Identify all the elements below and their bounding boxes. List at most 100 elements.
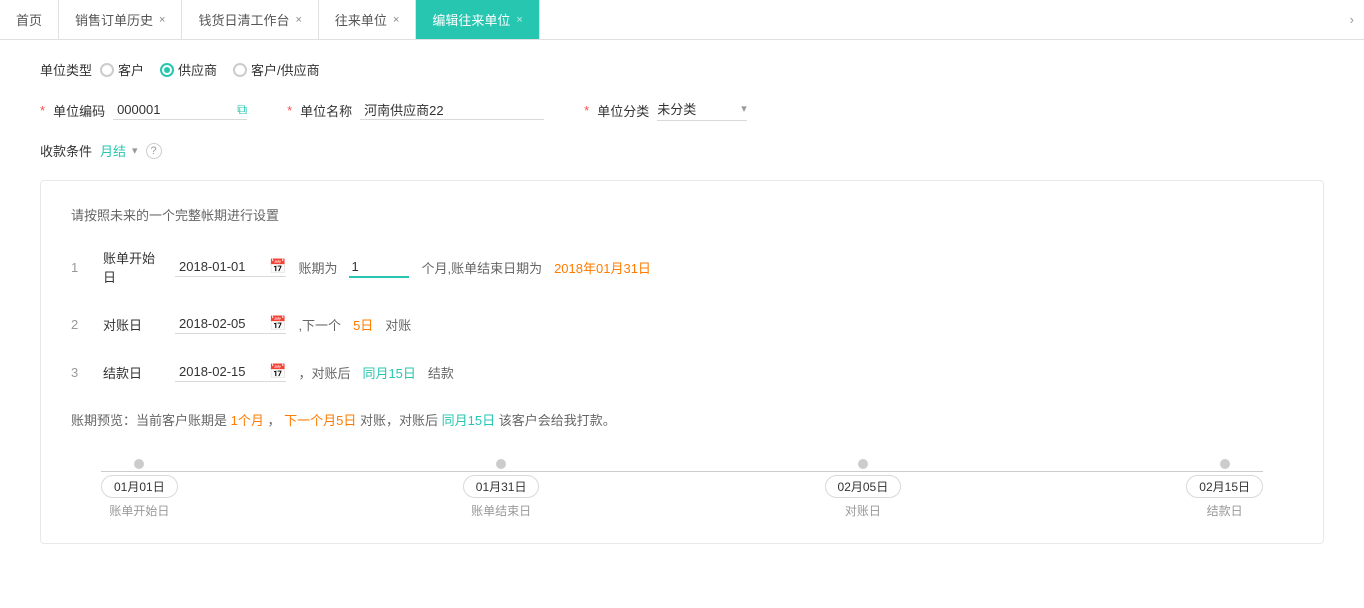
basic-info-row: * 单位编码 ⧉ * 单位名称 * 单位分类 未分类 ▾ [40, 99, 1324, 121]
preview-p3: 同月15日 [442, 413, 495, 428]
row-num-3: 3 [71, 365, 91, 380]
payment-terms-arrow-icon: ▾ [132, 144, 138, 157]
row-label-3: 结款日 [103, 363, 163, 382]
tl-dot-3 [858, 459, 868, 469]
card-title: 请按照未来的一个完整帐期进行设置 [71, 205, 1293, 224]
preview-label: 账期预览：当前客户账期是 [71, 413, 227, 428]
tab-sales-order-history[interactable]: 销售订单历史 × [59, 0, 182, 39]
tl-desc-1: 账单开始日 [109, 502, 169, 519]
timeline-point-4: 02月15日 结款日 [1186, 459, 1263, 519]
preview-p1: 1个月 [231, 413, 264, 428]
unit-code-field: * 单位编码 ⧉ [40, 100, 247, 120]
timeline-point-1: 01月01日 账单开始日 [101, 459, 178, 519]
unit-type-radio-group: 客户 供应商 客户/供应商 [100, 60, 320, 79]
tab-cashflow-workbench[interactable]: 钱货日清工作台 × [182, 0, 318, 39]
tl-dot-4 [1220, 459, 1230, 469]
preview-mid: 对账，对账后 [360, 413, 438, 428]
timeline-points: 01月01日 账单开始日 01月31日 账单结束日 [101, 459, 1263, 519]
unit-code-label: 单位编码 [53, 101, 105, 120]
payment-terms-label: 收款条件 [40, 141, 92, 160]
tl-label-1: 01月01日 [101, 475, 178, 498]
close-tab-partner-units[interactable]: × [393, 14, 399, 26]
reconcile-date-input-wrapper: 📅 [175, 314, 286, 334]
unit-code-star: * [40, 103, 45, 118]
preview-end: 该客户会给我打款。 [499, 413, 616, 428]
unit-code-input-wrapper: ⧉ [113, 100, 247, 120]
setting-row-3: 3 结款日 📅 ，对账后 同月15日 结款 [71, 362, 1293, 382]
tl-dot-1 [134, 459, 144, 469]
setting-row-1: 1 账单开始日 📅 账期为 个月,账单结束日期为 2018年01月31日 [71, 248, 1293, 286]
reconcile-date-calendar-icon[interactable]: 📅 [269, 315, 286, 332]
timeline-line [101, 471, 1263, 472]
unit-type-label: 单位类型 [40, 60, 92, 79]
start-date-calendar-icon[interactable]: 📅 [269, 258, 286, 275]
payment-day-highlight: 同月15日 [362, 363, 415, 382]
row-num-2: 2 [71, 317, 91, 332]
payment-date-input-wrapper: 📅 [175, 362, 286, 382]
unit-name-input[interactable] [360, 100, 544, 120]
tl-desc-4: 结款日 [1207, 502, 1243, 519]
tab-home[interactable]: 首页 [0, 0, 59, 39]
unit-type-field: 单位类型 客户 供应商 客户/供应商 [40, 60, 320, 79]
unit-category-field: * 单位分类 未分类 ▾ [584, 99, 747, 121]
radio-supplier-circle [160, 63, 174, 77]
timeline-wrapper: 01月01日 账单开始日 01月31日 账单结束日 [71, 459, 1293, 519]
close-tab-sales-order-history[interactable]: × [159, 14, 165, 26]
timeline-point-2: 01月31日 账单结束日 [463, 459, 540, 519]
unit-name-star: * [287, 103, 292, 118]
period-end-date: 2018年01月31日 [554, 258, 651, 277]
unit-code-copy-icon[interactable]: ⧉ [237, 101, 247, 118]
payment-terms-select[interactable]: 月结 ▾ [100, 141, 138, 160]
reconcile-suffix2: 对账 [385, 315, 411, 334]
close-tab-cashflow-workbench[interactable]: × [295, 14, 301, 26]
radio-customer[interactable]: 客户 [100, 60, 144, 79]
tl-label-3: 02月05日 [825, 475, 902, 498]
unit-category-arrow-icon: ▾ [741, 102, 747, 115]
tl-dot-2 [496, 459, 506, 469]
reconcile-suffix1: ,下一个 [298, 315, 341, 334]
setting-row-2: 2 对账日 📅 ,下一个 5日 对账 [71, 314, 1293, 334]
unit-category-label: 单位分类 [597, 101, 649, 120]
period-unit: 个月,账单结束日期为 [421, 258, 542, 277]
row-label-1: 账单开始日 [103, 248, 163, 286]
unit-name-label: 单位名称 [300, 101, 352, 120]
unit-code-input[interactable] [113, 100, 233, 119]
tab-more-button[interactable]: › [1340, 0, 1364, 39]
row-num-1: 1 [71, 260, 91, 275]
reconcile-date-input[interactable] [175, 314, 265, 333]
payment-date-calendar-icon[interactable]: 📅 [269, 363, 286, 380]
preview-section: 账期预览：当前客户账期是 1个月 ， 下一个月5日 对账，对账后 同月15日 该… [71, 410, 1293, 429]
preview-sep1: ， [268, 413, 281, 428]
tl-desc-3: 对账日 [845, 502, 881, 519]
main-content: 单位类型 客户 供应商 客户/供应商 * 单位编码 [0, 40, 1364, 608]
payment-date-input[interactable] [175, 362, 265, 381]
tab-partner-units[interactable]: 往来单位 × [319, 0, 416, 39]
timeline-point-3: 02月05日 对账日 [825, 459, 902, 519]
tab-edit-partner[interactable]: 编辑往来单位 × [416, 0, 539, 39]
payment-terms-value: 月结 [100, 141, 126, 160]
tl-desc-2: 账单结束日 [471, 502, 531, 519]
tl-label-2: 01月31日 [463, 475, 540, 498]
radio-customer-circle [100, 63, 114, 77]
payment-terms-help-icon[interactable]: ? [146, 143, 162, 159]
preview-p2: 下一个月5日 [284, 413, 356, 428]
start-date-input-wrapper: 📅 [175, 257, 286, 277]
payment-terms-row: 收款条件 月结 ▾ ? [40, 141, 1324, 160]
radio-supplier[interactable]: 供应商 [160, 60, 217, 79]
unit-category-value: 未分类 [657, 99, 737, 118]
unit-name-field: * 单位名称 [287, 100, 544, 120]
unit-category-star: * [584, 103, 589, 118]
period-month-input[interactable] [349, 257, 409, 278]
period-prefix: 账期为 [298, 258, 337, 277]
payment-suffix1: ，对账后 [298, 363, 350, 382]
tl-label-4: 02月15日 [1186, 475, 1263, 498]
radio-both-circle [233, 63, 247, 77]
tab-bar: 首页 销售订单历史 × 钱货日清工作台 × 往来单位 × 编辑往来单位 × › [0, 0, 1364, 40]
close-tab-edit-partner[interactable]: × [516, 14, 522, 26]
start-date-input[interactable] [175, 257, 265, 276]
radio-both[interactable]: 客户/供应商 [233, 60, 320, 79]
unit-category-dropdown[interactable]: 未分类 ▾ [657, 99, 747, 121]
payment-suffix2: 结款 [428, 363, 454, 382]
row-label-2: 对账日 [103, 315, 163, 334]
unit-type-row: 单位类型 客户 供应商 客户/供应商 [40, 60, 1324, 79]
